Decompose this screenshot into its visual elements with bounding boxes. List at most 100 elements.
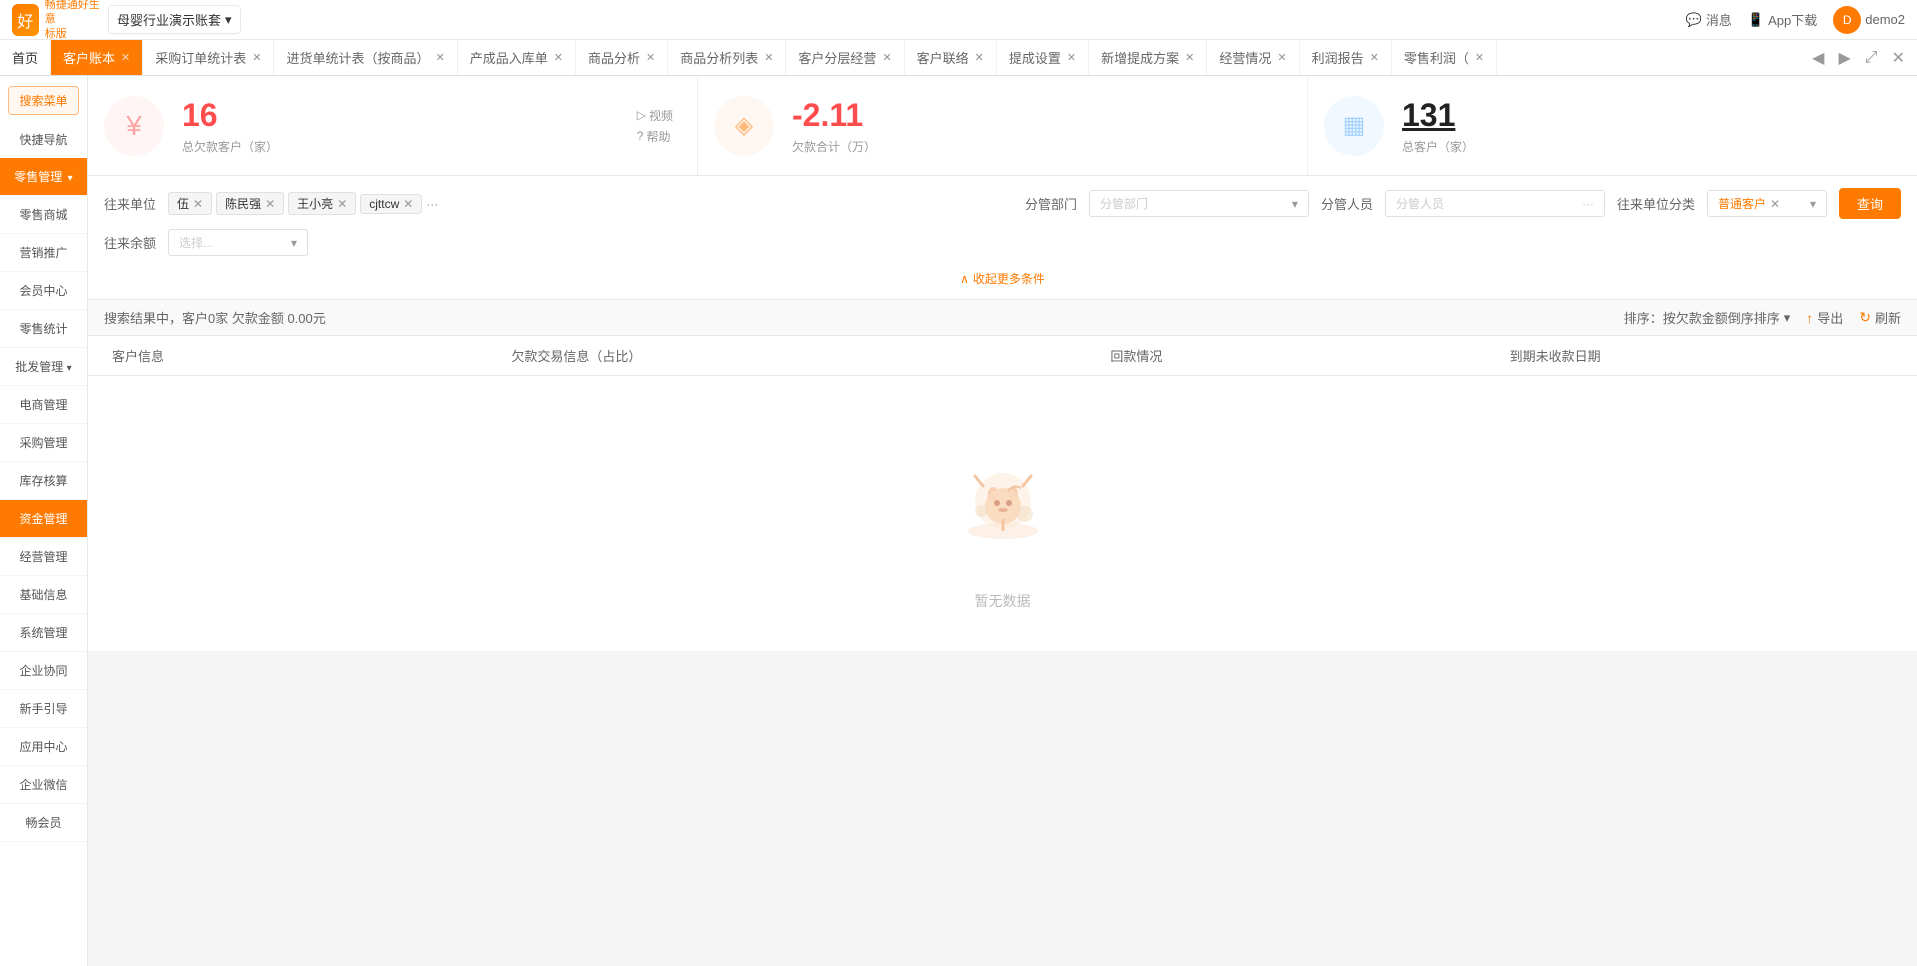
sidebar: 搜索菜单 快捷导航 零售管理 ▾ 零售商城 营销推广 会员中心 零售统计 批发管… (0, 76, 88, 966)
stat-label-credit-amount: 欠款合计（万） (792, 138, 876, 155)
search-button[interactable]: 查询 (1839, 188, 1901, 219)
tab-promotion-settings[interactable]: 提成设置 ✕ (997, 40, 1089, 76)
nav-expand-button[interactable]: ⤢ (1861, 47, 1882, 69)
sidebar-item-app-center[interactable]: 应用中心 (0, 728, 87, 766)
close-icon[interactable]: ✕ (121, 51, 130, 64)
store-selector[interactable]: 母婴行业演示账套 ▾ (108, 5, 241, 34)
message-icon: 💬 (1686, 12, 1702, 28)
sidebar-item-retail-stats[interactable]: 零售统计 (0, 310, 87, 348)
collapse-filter-button[interactable]: ∧ 收起更多条件 (104, 266, 1901, 295)
refresh-icon: ↻ (1859, 309, 1871, 326)
filter-tag-close-unit-0[interactable]: ✕ (193, 197, 203, 211)
app-download-button[interactable]: 📱 App下载 (1748, 10, 1817, 29)
avatar: D (1833, 6, 1861, 34)
chevron-up-icon: ∧ (960, 272, 969, 286)
nav-next-button[interactable]: ▶ (1834, 46, 1854, 70)
user-menu[interactable]: D demo2 (1833, 6, 1905, 34)
tab-label: 客户分层经营 (798, 48, 876, 67)
close-icon[interactable]: ✕ (882, 51, 891, 64)
main-layout: 搜索菜单 快捷导航 零售管理 ▾ 零售商城 营销推广 会员中心 零售统计 批发管… (0, 76, 1917, 966)
filter-dept-select[interactable]: 分管部门 ▾ (1089, 190, 1309, 217)
sidebar-item-purchase[interactable]: 采购管理 (0, 424, 87, 462)
stat-value-credit-customers: 16 (182, 96, 278, 134)
sort-select[interactable]: 排序：按欠款金额倒序排序 ▾ (1624, 308, 1791, 327)
tab-retail-profit[interactable]: 零售利润（ ✕ (1392, 40, 1497, 76)
help-button[interactable]: ? 帮助 (637, 128, 673, 145)
sidebar-item-enterprise[interactable]: 企业协同 (0, 652, 87, 690)
chevron-down-icon: ▾ (1784, 310, 1791, 326)
filter-label-dept: 分管部门 (1025, 194, 1077, 213)
chevron-down-icon: ▾ (291, 236, 297, 250)
table-col-credit-info: 欠款交易信息（占比） (503, 346, 1102, 365)
tab-product-analysis[interactable]: 商品分析 ✕ (576, 40, 668, 76)
stat-icon-amount: ◈ (714, 96, 774, 156)
chevron-down-icon: ▾ (1810, 197, 1816, 211)
filter-balance-select[interactable]: 选择... ▾ (168, 229, 308, 256)
filter-unit-class-select[interactable]: 普通客户 ✕ ▾ (1707, 190, 1827, 217)
sidebar-item-marketing[interactable]: 营销推广 (0, 234, 87, 272)
close-icon[interactable]: ✕ (764, 51, 773, 64)
filter-tag-more[interactable]: ··· (426, 197, 438, 211)
tab-customer-tier[interactable]: 客户分层经营 ✕ (786, 40, 904, 76)
tab-customer-contact[interactable]: 客户联络 ✕ (905, 40, 997, 76)
tab-business-status[interactable]: 经营情况 ✕ (1207, 40, 1299, 76)
close-icon[interactable]: ✕ (252, 51, 261, 64)
stat-value-total-customers: 131 (1402, 96, 1474, 134)
stat-icon-credit: ¥ (104, 96, 164, 156)
close-icon[interactable]: ✕ (1370, 51, 1379, 64)
close-icon[interactable]: ✕ (975, 51, 984, 64)
nav-prev-button[interactable]: ◀ (1808, 46, 1828, 70)
sidebar-item-member-plus[interactable]: 畅会员 (0, 804, 87, 842)
download-icon: 📱 (1748, 12, 1764, 28)
sidebar-item-basic-info[interactable]: 基础信息 (0, 576, 87, 614)
tab-product-analysis-list[interactable]: 商品分析列表 ✕ (668, 40, 786, 76)
sidebar-item-quick-nav[interactable]: 快捷导航 (0, 121, 87, 158)
filter-tag-unit-class: 普通客户 ✕ (1718, 195, 1780, 212)
tab-profit-report[interactable]: 利润报告 ✕ (1300, 40, 1392, 76)
filter-row-unit: 往来单位 伍 ✕ 陈民强 ✕ 王小亮 ✕ cjttcw (104, 188, 1901, 219)
top-bar-left: 好 畅捷通好生意 标版 母婴行业演示账套 ▾ (12, 0, 241, 41)
sidebar-item-finance[interactable]: 资金管理 (0, 500, 87, 538)
tab-cost-inbound[interactable]: 产成品入库单 ✕ (458, 40, 576, 76)
sidebar-item-newbie[interactable]: 新手引导 (0, 690, 87, 728)
export-button[interactable]: ↑ 导出 (1806, 308, 1843, 327)
export-icon: ↑ (1806, 310, 1813, 326)
filter-tag-close-unit-class[interactable]: ✕ (1770, 197, 1780, 211)
tab-new-achievement[interactable]: 新增提成方案 ✕ (1089, 40, 1207, 76)
close-icon[interactable]: ✕ (1277, 51, 1286, 64)
filter-person-select[interactable]: 分管人员 ··· (1385, 190, 1605, 217)
sidebar-item-wholesale[interactable]: 批发管理 ▾ (0, 348, 87, 386)
refresh-button[interactable]: ↻ 刷新 (1859, 308, 1901, 327)
sidebar-item-retail[interactable]: 零售管理 ▾ (0, 158, 87, 196)
sidebar-item-inventory[interactable]: 库存核算 (0, 462, 87, 500)
stat-card-credit-amount: ◈ -2.11 欠款合计（万） (698, 76, 1308, 175)
close-icon[interactable]: ✕ (1067, 51, 1076, 64)
nav-close-all-button[interactable]: ✕ (1888, 46, 1909, 70)
sidebar-item-operations[interactable]: 经营管理 (0, 538, 87, 576)
tab-label: 零售利润（ (1404, 48, 1469, 67)
empty-illustration (953, 456, 1053, 575)
close-icon[interactable]: ✕ (1185, 51, 1194, 64)
sidebar-item-retail-mall[interactable]: 零售商城 (0, 196, 87, 234)
tab-home[interactable]: 首页 (0, 40, 51, 76)
close-icon[interactable]: ✕ (646, 51, 655, 64)
tab-inbound-stats[interactable]: 进货单统计表（按商品） ✕ (274, 40, 457, 76)
filter-tag-close-unit-2[interactable]: ✕ (337, 197, 347, 211)
video-button[interactable]: ▷ 视频 (637, 107, 673, 124)
close-icon[interactable]: ✕ (554, 51, 563, 64)
data-table: 客户信息 欠款交易信息（占比） 回款情况 到期未收款日期 (88, 336, 1917, 651)
sidebar-item-enterprise-wechat[interactable]: 企业微信 (0, 766, 87, 804)
search-menu-button[interactable]: 搜索菜单 (8, 86, 79, 115)
sidebar-item-member[interactable]: 会员中心 (0, 272, 87, 310)
close-icon[interactable]: ✕ (1475, 51, 1484, 64)
tab-label: 新增提成方案 (1101, 48, 1179, 67)
sidebar-item-ecommerce[interactable]: 电商管理 (0, 386, 87, 424)
filter-tag-close-unit-3[interactable]: ✕ (403, 197, 413, 211)
tab-customer-account[interactable]: 客户账本 ✕ (51, 40, 143, 76)
close-icon[interactable]: ✕ (436, 51, 445, 64)
sidebar-item-system[interactable]: 系统管理 (0, 614, 87, 652)
empty-text: 暂无数据 (975, 591, 1031, 611)
message-button[interactable]: 💬 消息 (1686, 10, 1732, 29)
tab-purchase-order[interactable]: 采购订单统计表 ✕ (143, 40, 274, 76)
filter-tag-close-unit-1[interactable]: ✕ (265, 197, 275, 211)
